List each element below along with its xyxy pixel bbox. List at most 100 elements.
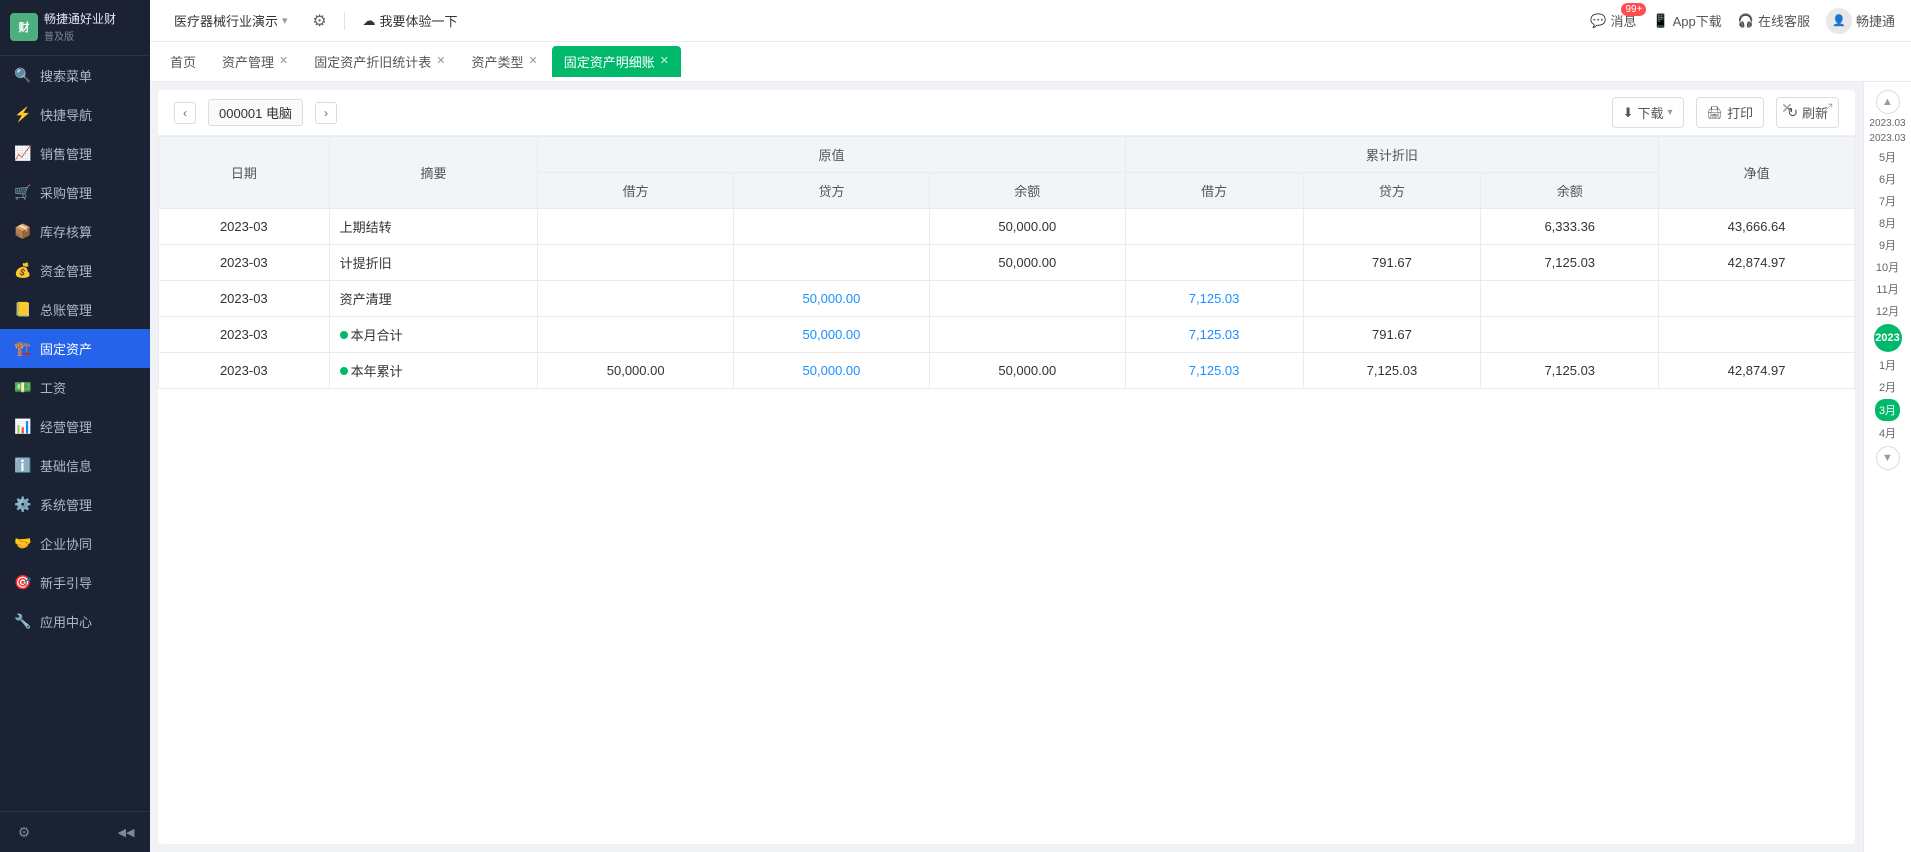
search-icon: 🔍 — [14, 66, 32, 84]
td-acc-credit — [1303, 209, 1481, 245]
timeline-item-12月[interactable]: 12月 — [1872, 300, 1903, 322]
col-summary: 摘要 — [329, 137, 538, 209]
download-btn[interactable]: ⬇ 下载 ▾ — [1612, 97, 1684, 128]
tab-close-depreciation-stats[interactable]: ✕ — [436, 56, 445, 67]
message-btn[interactable]: 💬 消息 99+ — [1590, 11, 1636, 30]
sidebar-item-app-center[interactable]: 🔧 应用中心 — [0, 602, 150, 641]
sidebar-item-payroll[interactable]: 💵 工资 — [0, 368, 150, 407]
col-original-value: 原值 — [538, 137, 1125, 173]
timeline-item-5月[interactable]: 5月 — [1872, 146, 1903, 168]
tabs-bar: 首页资产管理✕固定资产折旧统计表✕资产类型✕固定资产明细账✕ — [150, 42, 1911, 82]
collapse-icon[interactable]: ◀◀ — [116, 822, 136, 842]
timeline-month-2月[interactable]: 2月 — [1871, 376, 1904, 398]
tab-asset-type[interactable]: 资产类型 ✕ — [459, 46, 549, 77]
td-net-value — [1659, 317, 1855, 353]
sidebar-item-search[interactable]: 🔍 搜索菜单 — [0, 56, 150, 95]
sidebar-label-purchase: 采购管理 — [40, 183, 92, 202]
timeline-nav-down[interactable]: ▼ — [1876, 446, 1900, 470]
sidebar-item-ledger[interactable]: 📒 总账管理 — [0, 290, 150, 329]
enterprise-icon: 🤝 — [14, 534, 32, 552]
tab-label-asset-type: 资产类型 — [471, 52, 523, 71]
timeline-item-7月[interactable]: 7月 — [1872, 190, 1903, 212]
summary-text: 上期结转 — [340, 220, 392, 235]
td-acc-balance — [1481, 281, 1659, 317]
tab-asset-mgmt[interactable]: 资产管理 ✕ — [210, 46, 300, 77]
timeline-nav-up[interactable]: ▲ — [1876, 90, 1900, 114]
col-orig-debit: 借方 — [538, 173, 734, 209]
settings-icon[interactable]: ⚙ — [14, 822, 34, 842]
timeline-month-1月[interactable]: 1月 — [1871, 354, 1904, 376]
td-acc-credit: 791.67 — [1303, 245, 1481, 281]
app-download-btn[interactable]: 📱 App下载 — [1652, 11, 1721, 30]
sidebar: 财 畅捷通好业财 普及版 🔍 搜索菜单 ⚡ 快捷导航 📈 销售管理 🛒 采购管理… — [0, 0, 150, 852]
td-acc-balance — [1481, 317, 1659, 353]
operation-icon: 📊 — [14, 417, 32, 435]
customer-service-btn[interactable]: 🎧 在线客服 — [1738, 11, 1810, 30]
tab-label-asset-mgmt: 资产管理 — [222, 52, 274, 71]
company-name: 医疗器械行业演示 — [174, 11, 278, 30]
sidebar-item-basic-info[interactable]: ℹ️ 基础信息 — [0, 446, 150, 485]
user-menu[interactable]: 👤 畅捷通 — [1826, 8, 1895, 34]
sidebar-label-basic-info: 基础信息 — [40, 456, 92, 475]
td-orig-balance: 50,000.00 — [929, 209, 1125, 245]
tab-close-asset-type[interactable]: ✕ — [529, 56, 538, 67]
sidebar-item-sales[interactable]: 📈 销售管理 — [0, 134, 150, 173]
td-net-value: 43,666.64 — [1659, 209, 1855, 245]
sidebar-item-operation[interactable]: 📊 经营管理 — [0, 407, 150, 446]
sidebar-item-fixed-asset[interactable]: 🏗️ 固定资产 — [0, 329, 150, 368]
col-acc-debit: 借方 — [1125, 173, 1303, 209]
green-dot-icon — [340, 367, 348, 375]
sidebar-item-quick-nav[interactable]: ⚡ 快捷导航 — [0, 95, 150, 134]
table-wrapper: 日期 摘要 原值 累计折旧 净值 借方 贷方 余额 借方 贷方 余额 — [158, 136, 1855, 844]
tab-close-asset-mgmt[interactable]: ✕ — [279, 56, 288, 67]
td-summary: 本年累计 — [329, 353, 538, 389]
sidebar-item-inventory[interactable]: 📦 库存核算 — [0, 212, 150, 251]
panel-toolbar: ‹ 000001 电脑 › ⬇ 下载 ▾ 🖨 打印 ↻ 刷新 — [158, 90, 1855, 136]
tab-depreciation-stats[interactable]: 固定资产折旧统计表✕ — [302, 46, 457, 77]
td-orig-debit: 50,000.00 — [538, 353, 734, 389]
dropdown-icon: ▾ — [282, 14, 288, 27]
timeline-month-3月[interactable]: 3月 — [1875, 399, 1900, 421]
summary-tag: 本月合计 — [340, 325, 403, 344]
td-orig-debit — [538, 317, 734, 353]
sidebar-item-enterprise[interactable]: 🤝 企业协同 — [0, 524, 150, 563]
panel-close-btn[interactable]: ✕ — [1775, 96, 1799, 120]
col-orig-balance: 余额 — [929, 173, 1125, 209]
timeline-header1: 2023.03 — [1866, 116, 1908, 131]
sidebar-label-quick-nav: 快捷导航 — [40, 105, 92, 124]
timeline-year-circle[interactable]: 2023 — [1874, 324, 1902, 352]
sidebar-item-purchase[interactable]: 🛒 采购管理 — [0, 173, 150, 212]
timeline-item-6月[interactable]: 6月 — [1872, 168, 1903, 190]
experience-btn[interactable]: ☁ 我要体验一下 — [355, 7, 466, 34]
sidebar-nav: 🔍 搜索菜单 ⚡ 快捷导航 📈 销售管理 🛒 采购管理 📦 库存核算 💰 资金管… — [0, 56, 150, 811]
purchase-icon: 🛒 — [14, 183, 32, 201]
td-acc-balance: 7,125.03 — [1481, 245, 1659, 281]
topbar-settings-icon[interactable]: ⚙ — [306, 7, 334, 35]
summary-tag: 本年累计 — [340, 361, 403, 380]
sidebar-label-ledger: 总账管理 — [40, 300, 92, 319]
tab-home[interactable]: 首页 — [158, 46, 208, 77]
panel-expand-btn[interactable]: ⤢ — [1815, 96, 1839, 120]
sidebar-item-guide[interactable]: 🎯 新手引导 — [0, 563, 150, 602]
timeline-item-8月[interactable]: 8月 — [1872, 212, 1903, 234]
td-orig-credit: 50,000.00 — [734, 281, 930, 317]
sidebar-item-sys-mgmt[interactable]: ⚙️ 系统管理 — [0, 485, 150, 524]
print-btn[interactable]: 🖨 打印 — [1696, 97, 1765, 128]
nav-next-btn[interactable]: › — [315, 102, 337, 124]
nav-prev-btn[interactable]: ‹ — [174, 102, 196, 124]
timeline-item-9月[interactable]: 9月 — [1872, 234, 1903, 256]
green-dot-icon — [340, 331, 348, 339]
timeline-item-11月[interactable]: 11月 — [1872, 278, 1903, 300]
timeline-months-before: 5月6月7月8月9月10月11月12月 — [1872, 146, 1903, 322]
timeline-month-4月[interactable]: 4月 — [1871, 422, 1904, 444]
sidebar-item-fund[interactable]: 💰 资金管理 — [0, 251, 150, 290]
timeline-item-10月[interactable]: 10月 — [1872, 256, 1903, 278]
td-orig-balance — [929, 317, 1125, 353]
tab-asset-detail[interactable]: 固定资产明细账✕ — [552, 46, 681, 77]
experience-icon: ☁ — [363, 13, 376, 29]
tab-close-asset-detail[interactable]: ✕ — [660, 56, 669, 67]
timeline-months: 1月2月3月4月 — [1871, 354, 1904, 444]
sidebar-label-enterprise: 企业协同 — [40, 534, 92, 553]
download-arrow: ▾ — [1668, 107, 1673, 118]
company-selector[interactable]: 医疗器械行业演示 ▾ — [166, 7, 296, 34]
